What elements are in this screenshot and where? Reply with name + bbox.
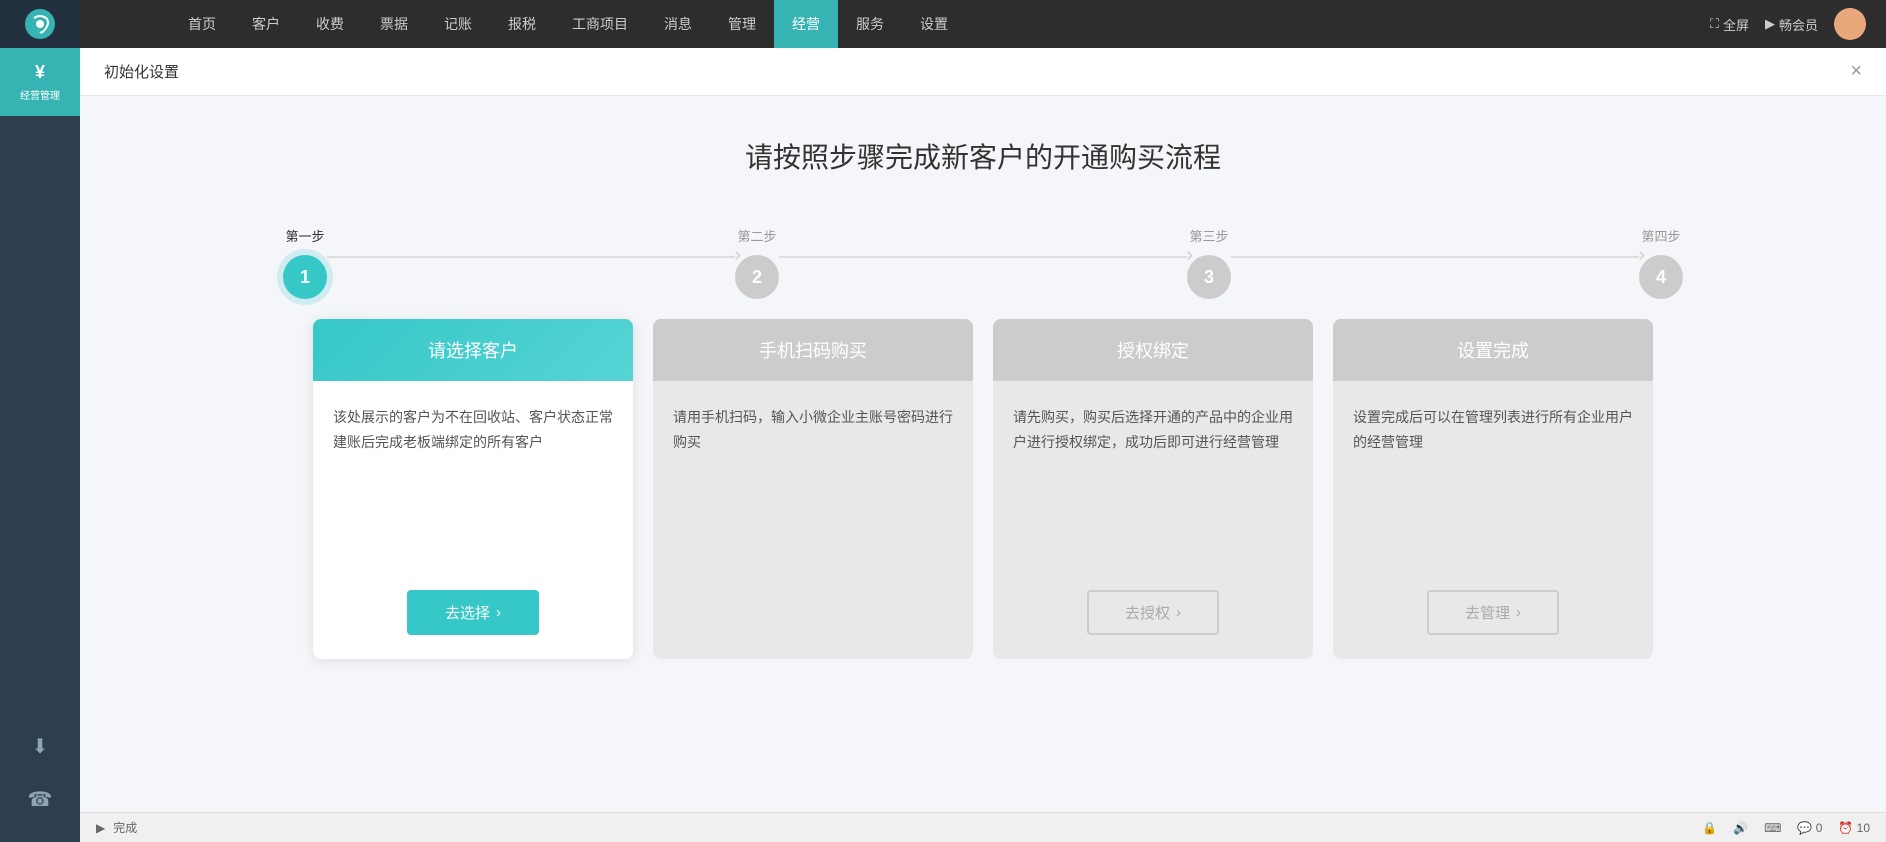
nav-items: 首页 客户 收费 票据 记账 报税 工商项目 消息 管理 经营 服务 设置 bbox=[170, 0, 1710, 48]
time-display: ⏰ 10 bbox=[1838, 821, 1870, 835]
volume-icon: 🔊 bbox=[1733, 821, 1748, 835]
card-body-3: 请先购买，购买后选择开通的产品中的企业用户进行授权绑定，成功后即可进行经营管理 bbox=[993, 381, 1313, 574]
card-body-4: 设置完成后可以在管理列表进行所有企业用户的经营管理 bbox=[1333, 381, 1653, 574]
main-title: 请按照步骤完成新客户的开通购买流程 bbox=[283, 136, 1683, 176]
step-circle-3: 3 bbox=[1187, 255, 1231, 299]
sidebar-bottom: ⬇ ☎ bbox=[0, 724, 80, 842]
status-left: ▶ 完成 bbox=[96, 819, 137, 836]
step-card-1: 请选择客户 该处展示的客户为不在回收站、客户状态正常建账后完成老板端绑定的所有客… bbox=[313, 319, 633, 659]
nav-industry[interactable]: 工商项目 bbox=[554, 0, 646, 48]
sidebar-item-jingying[interactable]: ¥ 经营管理 bbox=[0, 48, 80, 116]
card-footer-4: 去管理 › bbox=[1333, 574, 1653, 659]
steps-indicator: 第一步 1 第二步 2 第三步 3 bbox=[283, 226, 1683, 299]
nav-message[interactable]: 消息 bbox=[646, 0, 710, 48]
step-card-2: 手机扫码购买 请用手机扫码，输入小微企业主账号密码进行购买 bbox=[653, 319, 973, 659]
step-card-4: 设置完成 设置完成后可以在管理列表进行所有企业用户的经营管理 去管理 › bbox=[1333, 319, 1653, 659]
step-circle-2: 2 bbox=[735, 255, 779, 299]
page-title: 初始化设置 bbox=[104, 61, 179, 82]
card-header-3: 授权绑定 bbox=[993, 319, 1313, 381]
go-manage-button[interactable]: 去管理 › bbox=[1427, 590, 1559, 635]
content-area: 请按照步骤完成新客户的开通购买流程 第一步 1 第二步 2 bbox=[80, 96, 1886, 812]
close-button[interactable]: × bbox=[1850, 60, 1862, 83]
card-body-2: 请用手机扫码，输入小微企业主账号密码进行购买 bbox=[653, 381, 973, 619]
keyboard-icon: ⌨ bbox=[1764, 821, 1781, 835]
step-indicator-2: 第二步 2 bbox=[735, 226, 779, 299]
card-header-1: 请选择客户 bbox=[313, 319, 633, 381]
nav-invoice[interactable]: 票据 bbox=[362, 0, 426, 48]
play-icon: ▶ bbox=[96, 821, 105, 835]
status-right: 🔒 🔊 ⌨ 💬 0 ⏰ 10 bbox=[1702, 821, 1870, 835]
nav-settings[interactable]: 设置 bbox=[902, 0, 966, 48]
card-header-4: 设置完成 bbox=[1333, 319, 1653, 381]
nav-bookkeeping[interactable]: 记账 bbox=[426, 0, 490, 48]
card-footer-2 bbox=[653, 619, 973, 659]
nav-tax[interactable]: 报税 bbox=[490, 0, 554, 48]
card-footer-1: 去选择 › bbox=[313, 574, 633, 659]
step-label-2: 第二步 bbox=[737, 226, 776, 245]
step-label-4: 第四步 bbox=[1641, 226, 1680, 245]
status-label: 完成 bbox=[113, 819, 137, 836]
message-count: 💬 0 bbox=[1797, 821, 1822, 835]
step-label-1: 第一步 bbox=[285, 226, 324, 245]
sidebar-logo bbox=[0, 0, 80, 48]
step-indicator-3: 第三步 3 bbox=[1187, 226, 1231, 299]
step-connector-3 bbox=[1231, 256, 1639, 258]
step-connector-1 bbox=[327, 256, 735, 258]
fullscreen-btn[interactable]: ⛶ 全屏 bbox=[1710, 15, 1749, 34]
nav-right: ⛶ 全屏 ▶ 畅会员 bbox=[1710, 8, 1886, 40]
card-header-2: 手机扫码购买 bbox=[653, 319, 973, 381]
sidebar-item-service[interactable]: ☎ bbox=[0, 777, 80, 822]
security-icon: 🔒 bbox=[1702, 821, 1717, 835]
nav-home[interactable]: 首页 bbox=[170, 0, 234, 48]
page-header: 初始化设置 × bbox=[80, 48, 1886, 96]
step-card-3: 授权绑定 请先购买，购买后选择开通的产品中的企业用户进行授权绑定，成功后即可进行… bbox=[993, 319, 1313, 659]
go-select-button[interactable]: 去选择 › bbox=[407, 590, 539, 635]
go-authorize-button[interactable]: 去授权 › bbox=[1087, 590, 1219, 635]
top-nav: 首页 客户 收费 票据 记账 报税 工商项目 消息 管理 经营 服务 设置 ⛶ … bbox=[80, 0, 1886, 48]
nav-customer[interactable]: 客户 bbox=[234, 0, 298, 48]
step-indicator-4: 第四步 4 bbox=[1639, 226, 1683, 299]
sidebar: ¥ 经营管理 ⬇ ☎ bbox=[0, 0, 80, 842]
cards-row: 请选择客户 该处展示的客户为不在回收站、客户状态正常建账后完成老板端绑定的所有客… bbox=[283, 319, 1683, 659]
step-indicator-1: 第一步 1 bbox=[283, 226, 327, 299]
sidebar-item-download[interactable]: ⬇ bbox=[0, 724, 80, 769]
step-circle-1: 1 bbox=[283, 255, 327, 299]
nav-service[interactable]: 服务 bbox=[838, 0, 902, 48]
step-connector-2 bbox=[779, 256, 1187, 258]
steps-container: 请按照步骤完成新客户的开通购买流程 第一步 1 第二步 2 bbox=[283, 136, 1683, 659]
member-btn[interactable]: ▶ 畅会员 bbox=[1765, 15, 1818, 34]
step-label-3: 第三步 bbox=[1189, 226, 1228, 245]
nav-fee[interactable]: 收费 bbox=[298, 0, 362, 48]
nav-operation[interactable]: 经营 bbox=[774, 0, 838, 48]
avatar[interactable] bbox=[1834, 8, 1866, 40]
nav-management[interactable]: 管理 bbox=[710, 0, 774, 48]
card-body-1: 该处展示的客户为不在回收站、客户状态正常建账后完成老板端绑定的所有客户 bbox=[313, 381, 633, 574]
step-circle-4: 4 bbox=[1639, 255, 1683, 299]
status-bar: ▶ 完成 🔒 🔊 ⌨ 💬 0 ⏰ 10 bbox=[80, 812, 1886, 842]
card-footer-3: 去授权 › bbox=[993, 574, 1313, 659]
